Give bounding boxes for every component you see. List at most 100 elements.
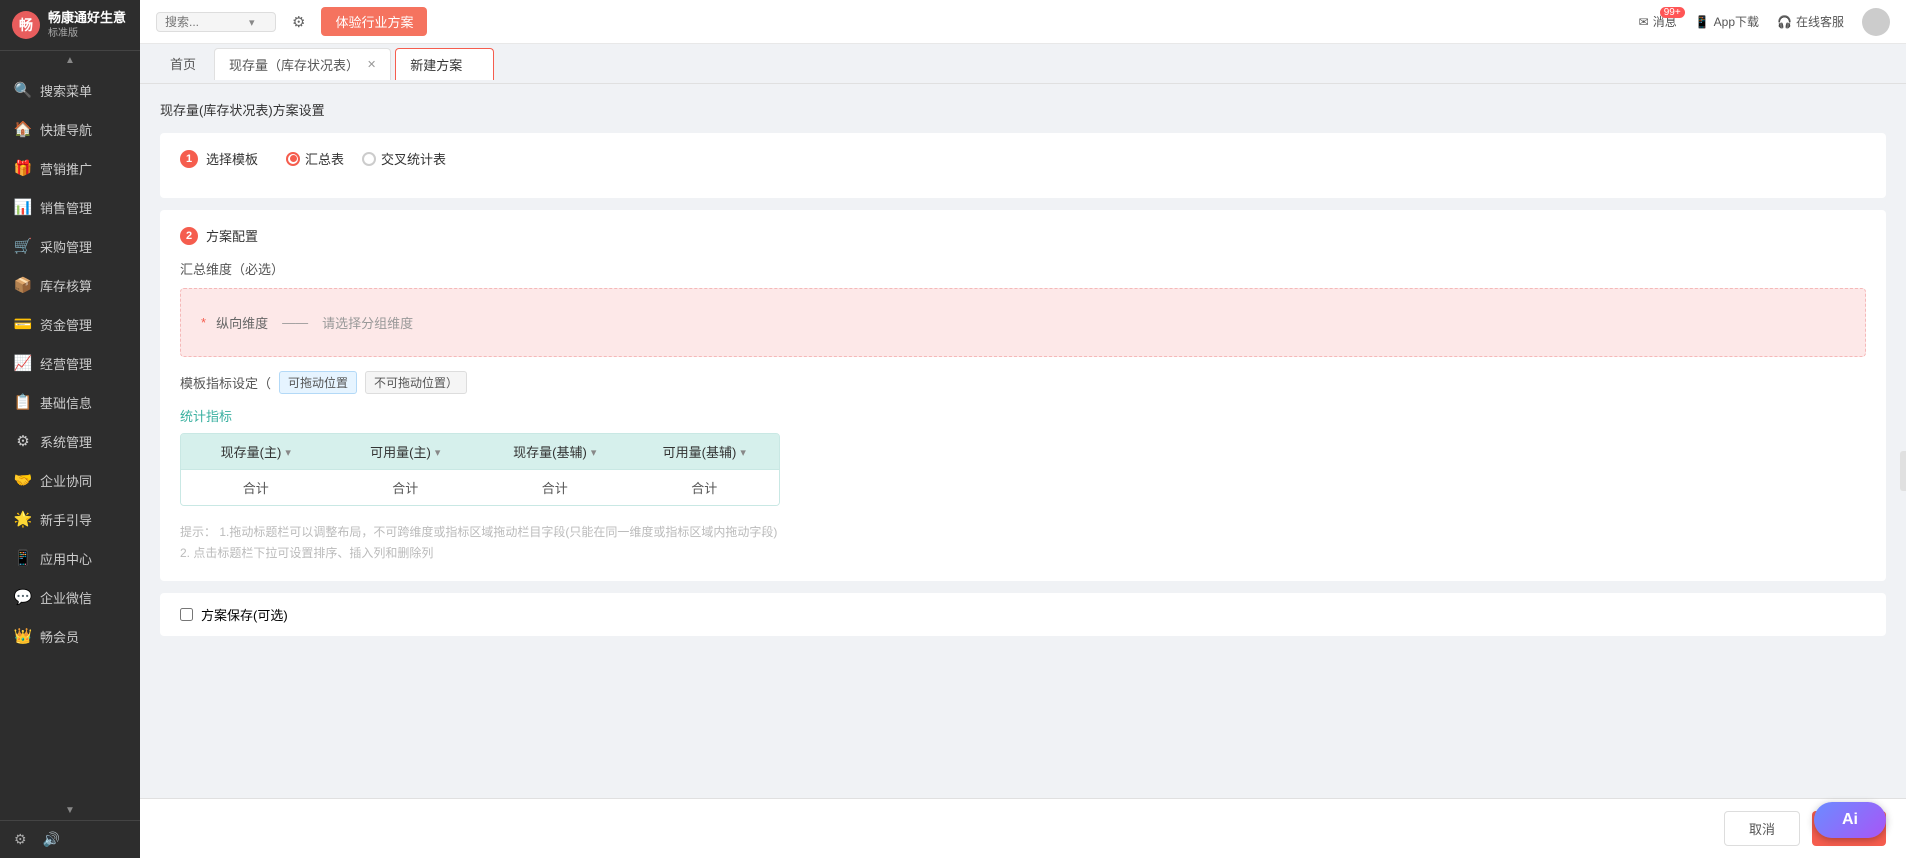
radio-cross-table[interactable]: 交叉统计表: [362, 149, 446, 168]
tab-new-close-icon[interactable]: ✕: [470, 58, 479, 71]
sidebar-item-label: 新手引导: [40, 510, 92, 529]
chip-nodrag: 不可拖动位置）: [365, 371, 467, 394]
sidebar-item-label: 应用中心: [40, 549, 92, 568]
sidebar-item-label: 资金管理: [40, 315, 92, 334]
content-wrapper: ✕ ⤢ 现存量(库存状况表)方案设置 1 选择模板 汇总表: [140, 84, 1906, 858]
col-3-summary: 合计: [630, 470, 780, 505]
step1-title: 选择模板: [206, 149, 258, 168]
sidebar-item-sales[interactable]: 📊 销售管理: [0, 188, 140, 227]
sidebar-item-label: 企业协同: [40, 471, 92, 490]
footer-bar: 取消 查询: [140, 798, 1906, 858]
sidebar-item-search[interactable]: 🔍 搜索菜单: [0, 71, 140, 110]
template-radio-group: 汇总表 交叉统计表: [286, 149, 446, 168]
tab-home[interactable]: 首页: [156, 48, 210, 79]
topbar: ⚙ 体验行业方案 ✉ 消息 99+ 📱 App下载 🎧 在线客服: [140, 0, 1906, 44]
step1-header: 1 选择模板 汇总表 交叉统计表: [180, 149, 1866, 168]
step2-title: 方案配置: [206, 226, 258, 245]
save-checkbox[interactable]: [180, 608, 193, 621]
settings-bottom-icon[interactable]: ⚙: [14, 831, 27, 848]
topbar-gear-icon[interactable]: ⚙: [292, 13, 305, 31]
col-3-label: 可用量(基辅): [663, 442, 737, 461]
sidebar-scroll-up[interactable]: ▲: [0, 51, 140, 71]
sidebar-item-label: 销售管理: [40, 198, 92, 217]
sidebar-item-marketing[interactable]: 🎁 营销推广: [0, 149, 140, 188]
tab-inventory-label: 现存量（库存状况表）: [229, 55, 359, 74]
col-2-label: 现存量(基辅): [513, 442, 587, 461]
dimension-name: 纵向维度: [216, 313, 268, 332]
radio-cross-dot: [362, 152, 376, 166]
stats-table-header: 现存量(主) 可用量(主): [181, 434, 779, 469]
app-download-button[interactable]: 📱 App下载: [1695, 13, 1759, 30]
tab-inventory-close-icon[interactable]: ✕: [367, 58, 376, 71]
step2-badge: 2: [180, 227, 198, 245]
clipboard-icon: 📋: [14, 393, 32, 411]
sidebar-item-appstore[interactable]: 📱 应用中心: [0, 539, 140, 578]
col-1-summary: 合计: [331, 470, 481, 505]
message-icon: ✉: [1639, 15, 1649, 29]
home-icon: 🏠: [14, 120, 32, 138]
sidebar-bottom: ⚙ 🔊: [0, 820, 140, 858]
tab-inventory[interactable]: 现存量（库存状况表） ✕: [214, 48, 391, 80]
dimension-box[interactable]: * 纵向维度 —— 请选择分组维度: [180, 288, 1866, 357]
download-icon: 📱: [1695, 15, 1710, 29]
sidebar-item-enterprise[interactable]: 🤝 企业协同: [0, 461, 140, 500]
template-indicators: 模板指标设定（ 可拖动位置 不可拖动位置） 统计指标 现存量(主): [180, 371, 1866, 509]
sidebar-item-label: 经营管理: [40, 354, 92, 373]
col-2-chevron[interactable]: [591, 444, 597, 459]
sidebar-item-system[interactable]: ⚙ 系统管理: [0, 422, 140, 461]
cart-icon: 🛒: [14, 237, 32, 255]
content-area: 现存量(库存状况表)方案设置 1 选择模板 汇总表 交叉统计表: [140, 84, 1906, 798]
stats-col-1: 可用量(主): [331, 434, 481, 469]
radio-summary-table[interactable]: 汇总表: [286, 149, 344, 168]
sidebar-item-nav[interactable]: 🏠 快捷导航: [0, 110, 140, 149]
sidebar-item-label: 营销推广: [40, 159, 92, 178]
sidebar-item-wechat[interactable]: 💬 企业微信: [0, 578, 140, 617]
sidebar-item-label: 系统管理: [40, 432, 92, 451]
message-badge: 99+: [1660, 7, 1685, 18]
sidebar-item-finance[interactable]: 💳 资金管理: [0, 305, 140, 344]
sidebar-item-inventory[interactable]: 📦 库存核算: [0, 266, 140, 305]
step2-section: 2 方案配置 汇总维度（必选） * 纵向维度 —— 请选择分组维度 模板指标设定…: [160, 210, 1886, 581]
ai-float-label: Ai: [1842, 811, 1858, 829]
sidebar-logo: 畅 畅康通好生意 标准版: [0, 0, 140, 51]
col-2-summary: 合计: [480, 470, 630, 505]
col-1-chevron[interactable]: [435, 444, 441, 459]
sidebar-item-label: 畅会员: [40, 627, 79, 646]
card-icon: 💳: [14, 315, 32, 333]
sidebar-item-guide[interactable]: 🌟 新手引导: [0, 500, 140, 539]
sidebar-scroll-down[interactable]: ▼: [0, 800, 140, 820]
ai-float-button[interactable]: Ai: [1814, 802, 1886, 838]
handshake-icon: 🤝: [14, 471, 32, 489]
gift-icon: 🎁: [14, 159, 32, 177]
cancel-button[interactable]: 取消: [1724, 811, 1800, 846]
sidebar-item-vip[interactable]: 👑 畅会员: [0, 617, 140, 656]
sidebar-item-basic[interactable]: 📋 基础信息: [0, 383, 140, 422]
main-area: ⚙ 体验行业方案 ✉ 消息 99+ 📱 App下载 🎧 在线客服 首页 现存量（…: [140, 0, 1906, 858]
sidebar-item-management[interactable]: 📈 经营管理: [0, 344, 140, 383]
save-area: 方案保存(可选): [160, 593, 1886, 636]
col-1-label: 可用量(主): [370, 442, 431, 461]
step1-section: 1 选择模板 汇总表 交叉统计表: [160, 133, 1886, 198]
star-icon: 🌟: [14, 510, 32, 528]
resize-handle[interactable]: [1900, 451, 1906, 491]
online-service-button[interactable]: 🎧 在线客服: [1777, 13, 1844, 30]
tabbar: 首页 现存量（库存状况表） ✕ 新建方案 ✕: [140, 44, 1906, 84]
search-dropdown-icon[interactable]: [249, 15, 255, 29]
search-input[interactable]: [165, 15, 245, 29]
sidebar-item-purchase[interactable]: 🛒 采购管理: [0, 227, 140, 266]
chat-icon: 💬: [14, 588, 32, 606]
col-3-chevron[interactable]: [740, 444, 746, 459]
tip-1: 提示： 1.拖动标题栏可以调整布局，不可跨维度或指标区域拖动栏目字段(只能在同一…: [180, 523, 1866, 540]
tab-new-label: 新建方案: [410, 55, 462, 74]
trial-button[interactable]: 体验行业方案: [321, 7, 427, 36]
user-avatar[interactable]: [1862, 8, 1890, 36]
sound-icon[interactable]: 🔊: [43, 831, 60, 848]
stats-col-2: 现存量(基辅): [480, 434, 630, 469]
col-0-chevron[interactable]: [285, 444, 291, 459]
required-mark: *: [201, 315, 206, 330]
mobile-icon: 📱: [14, 549, 32, 567]
tab-new-plan[interactable]: 新建方案 ✕: [395, 48, 494, 80]
search-icon: 🔍: [14, 81, 32, 99]
message-button[interactable]: ✉ 消息 99+: [1639, 13, 1677, 30]
sidebar-items-list: 🔍 搜索菜单 🏠 快捷导航 🎁 营销推广 📊 销售管理 🛒 采购管理 📦 库存核…: [0, 71, 140, 800]
